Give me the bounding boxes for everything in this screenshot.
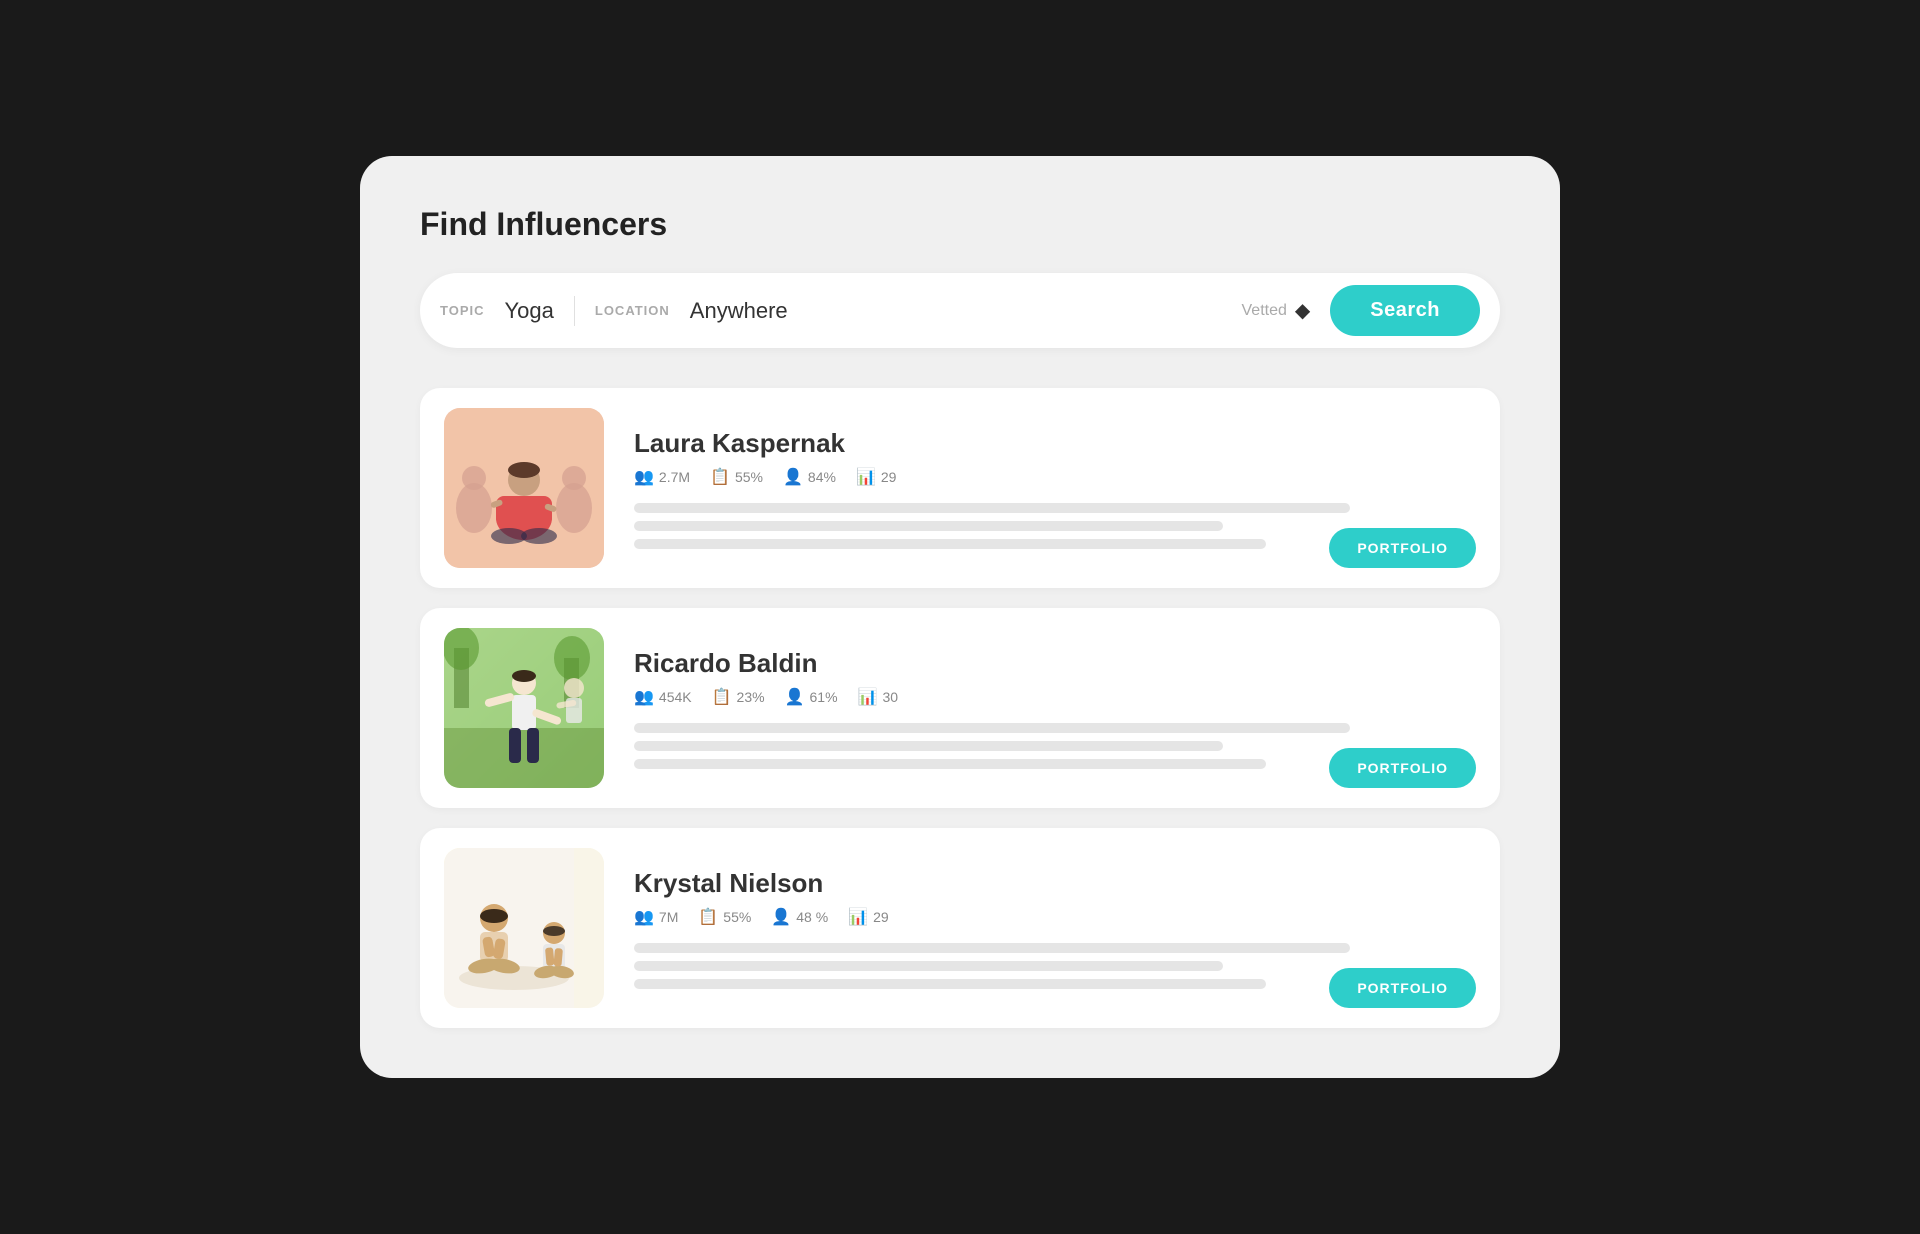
influencer-image-3 bbox=[444, 848, 604, 1008]
bar-9 bbox=[634, 979, 1266, 989]
vetted-label: Vetted bbox=[1242, 302, 1287, 320]
followers-stat-1: 👥 2.7M bbox=[634, 467, 690, 487]
authenticity-icon-3: 👤 bbox=[771, 907, 791, 927]
influencer-name-1: Laura Kaspernak bbox=[634, 428, 1476, 459]
age-icon-1: 📊 bbox=[856, 467, 876, 487]
engagement-icon-1: 📋 bbox=[710, 467, 730, 487]
influencer-name-2: Ricardo Baldin bbox=[634, 648, 1476, 679]
portfolio-button-3[interactable]: PORTFOLIO bbox=[1329, 968, 1476, 1008]
influencer-card-3: Krystal Nielson 👥 7M 📋 55% 👤 48 % bbox=[420, 828, 1500, 1028]
location-label: LOCATION bbox=[595, 303, 670, 318]
followers-stat-3: 👥 7M bbox=[634, 907, 678, 927]
age-stat-3: 📊 29 bbox=[848, 907, 889, 927]
bar-3 bbox=[634, 539, 1266, 549]
search-divider bbox=[574, 296, 575, 326]
topic-value[interactable]: Yoga bbox=[505, 298, 554, 324]
search-button[interactable]: Search bbox=[1330, 285, 1480, 336]
page-title: Find Influencers bbox=[420, 206, 1500, 243]
portfolio-button-2[interactable]: PORTFOLIO bbox=[1329, 748, 1476, 788]
influencer-stats-1: 👥 2.7M 📋 55% 👤 84% 📊 29 bbox=[634, 467, 1476, 487]
followers-icon-1: 👥 bbox=[634, 467, 654, 487]
bar-7 bbox=[634, 943, 1350, 953]
authenticity-icon-1: 👤 bbox=[783, 467, 803, 487]
bar-2 bbox=[634, 521, 1223, 531]
topic-label: TOPIC bbox=[440, 303, 485, 318]
bar-8 bbox=[634, 961, 1223, 971]
influencer-stats-3: 👥 7M 📋 55% 👤 48 % 📊 29 bbox=[634, 907, 1476, 927]
age-stat-1: 📊 29 bbox=[856, 467, 897, 487]
bar-5 bbox=[634, 741, 1223, 751]
diamond-icon[interactable]: ◆ bbox=[1295, 298, 1310, 323]
influencer-card: Laura Kaspernak 👥 2.7M 📋 55% 👤 84% bbox=[420, 388, 1500, 588]
age-icon-2: 📊 bbox=[858, 687, 878, 707]
engagement-icon-3: 📋 bbox=[698, 907, 718, 927]
influencer-name-3: Krystal Nielson bbox=[634, 868, 1476, 899]
engagement-stat-3: 📋 55% bbox=[698, 907, 751, 927]
search-bar: TOPIC Yoga LOCATION Anywhere Vetted ◆ Se… bbox=[420, 273, 1500, 348]
age-stat-2: 📊 30 bbox=[858, 687, 899, 707]
influencer-stats-2: 👥 454K 📋 23% 👤 61% 📊 30 bbox=[634, 687, 1476, 707]
bar-4 bbox=[634, 723, 1350, 733]
followers-icon-3: 👥 bbox=[634, 907, 654, 927]
influencer-image-2 bbox=[444, 628, 604, 788]
engagement-stat-2: 📋 23% bbox=[712, 687, 765, 707]
portfolio-button-1[interactable]: PORTFOLIO bbox=[1329, 528, 1476, 568]
authenticity-icon-2: 👤 bbox=[785, 687, 805, 707]
authenticity-stat-1: 👤 84% bbox=[783, 467, 836, 487]
followers-stat-2: 👥 454K bbox=[634, 687, 692, 707]
results-list: Laura Kaspernak 👥 2.7M 📋 55% 👤 84% bbox=[420, 388, 1500, 1028]
vetted-section: Vetted ◆ bbox=[1242, 298, 1311, 323]
bar-1 bbox=[634, 503, 1350, 513]
engagement-icon-2: 📋 bbox=[712, 687, 732, 707]
influencer-image-1 bbox=[444, 408, 604, 568]
location-value[interactable]: Anywhere bbox=[690, 298, 788, 324]
bar-6 bbox=[634, 759, 1266, 769]
app-container: Find Influencers TOPIC Yoga LOCATION Any… bbox=[360, 156, 1560, 1078]
followers-icon-2: 👥 bbox=[634, 687, 654, 707]
influencer-card-2: Ricardo Baldin 👥 454K 📋 23% 👤 61% bbox=[420, 608, 1500, 808]
engagement-stat-1: 📋 55% bbox=[710, 467, 763, 487]
age-icon-3: 📊 bbox=[848, 907, 868, 927]
authenticity-stat-3: 👤 48 % bbox=[771, 907, 828, 927]
authenticity-stat-2: 👤 61% bbox=[785, 687, 838, 707]
